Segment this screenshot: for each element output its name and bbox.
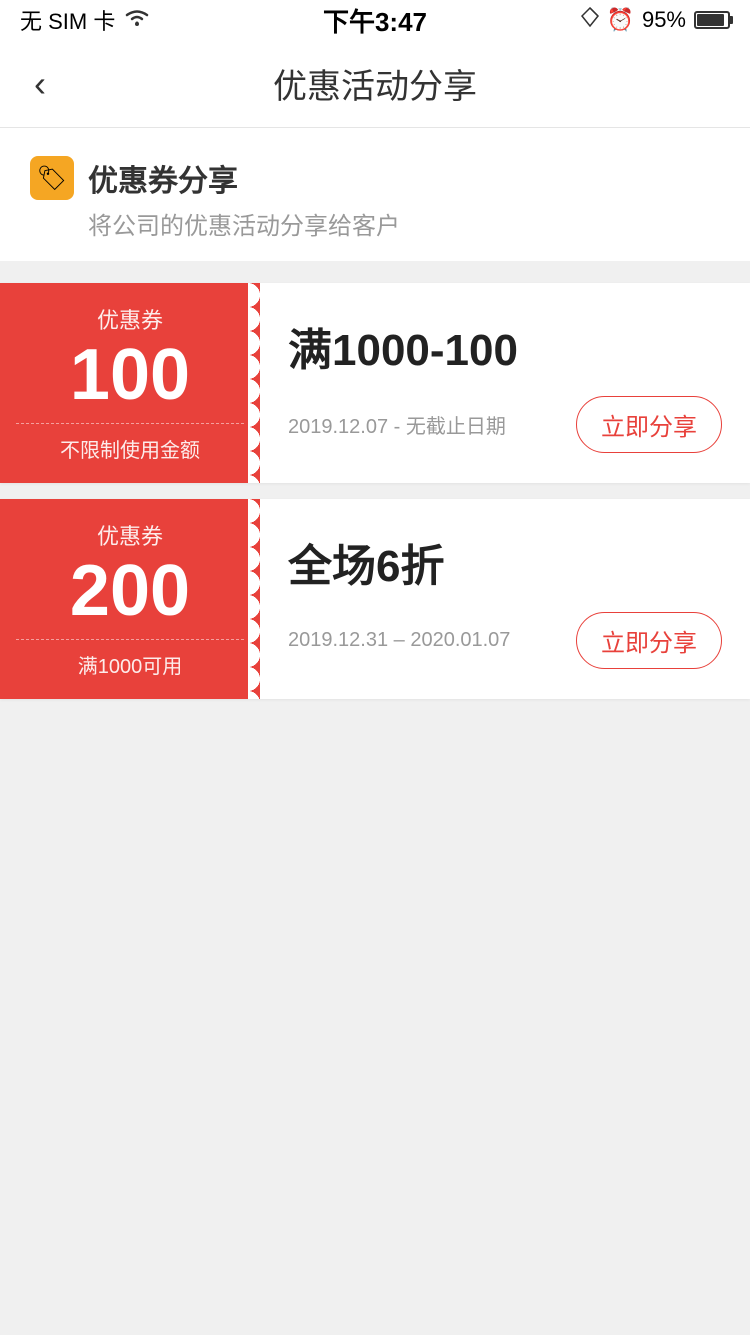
section-title: 优惠券分享 — [88, 156, 238, 200]
share-button-2[interactable]: 立即分享 — [576, 612, 722, 669]
share-button-1[interactable]: 立即分享 — [576, 396, 722, 453]
no-sim-label: 无 SIM 卡 — [20, 4, 115, 36]
coupon-name-1: 满1000-100 — [288, 314, 722, 378]
coupon-condition-1: 不限制使用金额 — [60, 434, 200, 463]
coupon-condition-2: 满1000可用 — [78, 650, 183, 679]
coupon-right-1: 满1000-100 2019.12.07 - 无截止日期 立即分享 — [260, 283, 750, 483]
coupon-card-2: 优惠券 200 满1000可用 全场6折 2019.12.31 – 2020.0… — [0, 499, 750, 699]
battery-icon — [694, 11, 730, 29]
coupon-left-1: 优惠券 100 不限制使用金额 — [0, 283, 260, 483]
coupon-date-1: 2019.12.07 - 无截止日期 — [288, 410, 506, 439]
coupon-date-2: 2019.12.31 – 2020.01.07 — [288, 629, 510, 652]
status-bar: 无 SIM 卡 下午3:47 ⏰ 95% — [0, 0, 750, 40]
coupon-right-2: 全场6折 2019.12.31 – 2020.01.07 立即分享 — [260, 499, 750, 699]
coupon-list: 优惠券 100 不限制使用金额 满1000-100 2019.12.07 - 无… — [0, 263, 750, 735]
wifi-icon — [123, 7, 151, 33]
status-left: 无 SIM 卡 — [20, 4, 151, 36]
coupon-divider-2 — [16, 639, 244, 640]
status-right: ⏰ 95% — [581, 7, 730, 33]
coupon-label-2: 优惠券 — [97, 519, 163, 551]
coupon-left-2: 优惠券 200 满1000可用 — [0, 499, 260, 699]
coupon-divider-1 — [16, 423, 244, 424]
coupon-value-1: 100 — [70, 339, 190, 411]
status-time: 下午3:47 — [323, 2, 427, 39]
coupon-name-2: 全场6折 — [288, 530, 722, 594]
coupon-label-1: 优惠券 — [97, 303, 163, 335]
back-button[interactable]: ‹ — [24, 53, 56, 115]
battery-percent: 95% — [642, 7, 686, 33]
coupon-bottom-2: 2019.12.31 – 2020.01.07 立即分享 — [288, 612, 722, 669]
section-icon: 🏷 — [30, 156, 74, 200]
location-icon — [581, 7, 599, 33]
page-title: 优惠活动分享 — [273, 59, 477, 108]
section-header: 🏷 优惠券分享 将公司的优惠活动分享给客户 — [0, 128, 750, 261]
coupon-value-2: 200 — [70, 555, 190, 627]
alarm-icon: ⏰ — [607, 7, 634, 33]
empty-space — [0, 735, 750, 1335]
nav-bar: ‹ 优惠活动分享 — [0, 40, 750, 128]
coupon-card: 优惠券 100 不限制使用金额 满1000-100 2019.12.07 - 无… — [0, 283, 750, 483]
coupon-bottom-1: 2019.12.07 - 无截止日期 立即分享 — [288, 396, 722, 453]
coupon-share-icon: 🏷 — [37, 164, 67, 193]
section-subtitle: 将公司的优惠活动分享给客户 — [88, 206, 720, 241]
section-header-top: 🏷 优惠券分享 — [30, 156, 720, 200]
